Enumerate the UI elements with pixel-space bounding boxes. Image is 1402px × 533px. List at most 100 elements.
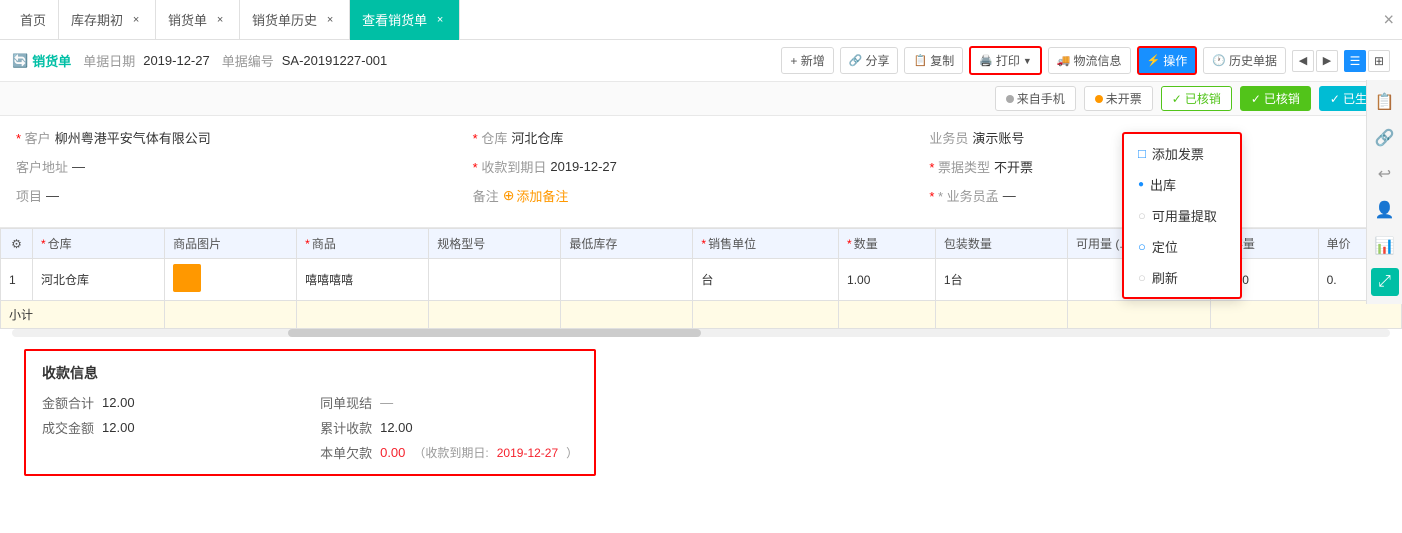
plus-icon: ⊕: [503, 187, 515, 204]
subtotal-current: [1210, 301, 1318, 329]
operation-button[interactable]: ⚡ 操作: [1137, 46, 1198, 75]
address-field: 客户地址 —: [16, 157, 473, 176]
cell-warehouse: 河北仓库: [33, 259, 165, 301]
tab-close-view[interactable]: ×: [433, 13, 447, 27]
sidebar-return-icon[interactable]: ↩: [1371, 160, 1399, 188]
col-spec: 规格型号: [429, 229, 561, 259]
doc-number-field: 单据编号 SA-20191227-001: [222, 51, 388, 70]
project-field: 项目 —: [16, 186, 473, 205]
summary-single-settle: 同单现结 —: [320, 393, 578, 412]
product-image: [173, 264, 201, 292]
dropdown-available-extract[interactable]: ○ 可用量提取: [1124, 200, 1240, 231]
sidebar-expand-icon[interactable]: ⤢: [1371, 268, 1399, 296]
dropdown-add-invoice[interactable]: □ 添加发票: [1124, 138, 1240, 169]
sub-toolbar: 来自手机 未开票 ✓ 已核销 ✓ 已核销 ✓ 已生效: [0, 82, 1402, 116]
grid-view-button[interactable]: ⊞: [1368, 50, 1390, 72]
tab-close-history[interactable]: ×: [323, 13, 337, 27]
col-product: *商品: [297, 229, 429, 259]
cell-row-num: 1: [1, 259, 33, 301]
sold-button[interactable]: ✓ 已核销: [1240, 86, 1311, 111]
phone-dot-icon: [1006, 95, 1014, 103]
subtotal-min-stock: [561, 301, 693, 329]
ticket-dot-icon: [1095, 95, 1103, 103]
col-pkg-qty: 包装数量: [935, 229, 1067, 259]
scrollbar-thumb[interactable]: [288, 329, 701, 337]
subtotal-price: [1318, 301, 1401, 329]
subtotal-row: 小计: [1, 301, 1402, 329]
sidebar-user-icon[interactable]: 👤: [1371, 196, 1399, 224]
summary-grid: 金额合计 12.00 同单现结 — 成交金额 12.00 累计收款 12.00: [42, 393, 578, 462]
doc-type: 🔄 销货单: [12, 51, 71, 70]
new-button[interactable]: + 新增: [781, 47, 833, 74]
invoice-icon: □: [1138, 146, 1146, 161]
dropdown-refresh[interactable]: ○ 刷新: [1124, 262, 1240, 293]
share-button[interactable]: 🔗 分享: [840, 47, 899, 74]
tab-view-sales[interactable]: 查看销货单 ×: [350, 0, 460, 40]
from-phone-button[interactable]: 来自手机: [995, 86, 1076, 111]
operation-dropdown: □ 添加发票 ● 出库 ○ 可用量提取 ○ 定位 ○ 刷新: [1122, 132, 1242, 299]
cell-qty: 1.00: [839, 259, 936, 301]
copy-button[interactable]: 📋 复制: [904, 47, 963, 74]
doc-date-field: 单据日期 2019-12-27: [83, 51, 210, 70]
summary-total-receipt: 累计收款 12.00: [320, 418, 578, 437]
summary-owed: [42, 443, 300, 462]
nav-arrows: ◀ ▶: [1292, 50, 1338, 72]
tab-inventory-init[interactable]: 库存期初 ×: [59, 0, 156, 40]
subtotal-pkg-qty: [935, 301, 1067, 329]
summary-total-amount: 金额合计 12.00: [42, 393, 300, 412]
cell-spec: [429, 259, 561, 301]
payment-field: 收款到期日 2019-12-27: [473, 157, 930, 176]
logistics-button[interactable]: 🚚 物流信息: [1048, 47, 1131, 74]
print-button[interactable]: 🖨️ 打印 ▼: [969, 46, 1042, 75]
tab-close-inventory[interactable]: ×: [129, 13, 143, 27]
subtotal-img: [165, 301, 297, 329]
sidebar-doc-icon[interactable]: 📋: [1371, 88, 1399, 116]
cell-unit: 台: [693, 259, 839, 301]
add-note-button[interactable]: ⊕ 添加备注: [503, 186, 569, 205]
cell-pkg-qty: 1台: [935, 259, 1067, 301]
dropdown-out-stock[interactable]: ● 出库: [1124, 169, 1240, 200]
cell-img: [165, 259, 297, 301]
tab-bar: 首页 库存期初 × 销货单 × 销货单历史 × 查看销货单 × ×: [0, 0, 1402, 40]
out-stock-icon: ●: [1138, 179, 1144, 190]
col-warehouse: *仓库: [33, 229, 165, 259]
col-min-stock: 最低库存: [561, 229, 693, 259]
col-unit: *销售单位: [693, 229, 839, 259]
warehouse-field: 仓库 河北仓库: [473, 128, 930, 147]
summary-deal-amount: 成交金额 12.00: [42, 418, 300, 437]
sidebar-chart-icon[interactable]: 📊: [1371, 232, 1399, 260]
subtotal-spec: [429, 301, 561, 329]
summary-section: 收款信息 金额合计 12.00 同单现结 — 成交金额 12.00: [0, 337, 1402, 488]
tab-home[interactable]: 首页: [8, 0, 59, 40]
summary-title: 收款信息: [42, 363, 578, 383]
list-view-button[interactable]: ☰: [1344, 50, 1366, 72]
locate-icon: ○: [1138, 239, 1146, 254]
tab-sales-order[interactable]: 销货单 ×: [156, 0, 240, 40]
col-qty: *数量: [839, 229, 936, 259]
window-close-button[interactable]: ×: [1383, 9, 1394, 30]
summary-box: 收款信息 金额合计 12.00 同单现结 — 成交金额 12.00: [24, 349, 596, 476]
prev-button[interactable]: ◀: [1292, 50, 1314, 72]
tab-close-sales[interactable]: ×: [213, 13, 227, 27]
subtotal-unit: [693, 301, 839, 329]
subtotal-label: 小计: [1, 301, 165, 329]
summary-owed-amount: 本单欠款 0.00 （收款到期日: 2019-12-27 ）: [320, 443, 578, 462]
extract-icon: ○: [1138, 208, 1146, 223]
history-button[interactable]: 🕐 历史单据: [1203, 47, 1286, 74]
view-toggle: ☰ ⊞: [1344, 50, 1390, 72]
note-field: 备注 ⊕ 添加备注: [473, 186, 930, 205]
cell-product: 嘻嘻嘻嘻: [297, 259, 429, 301]
subtotal-qty: [839, 301, 936, 329]
sidebar-link-icon[interactable]: 🔗: [1371, 124, 1399, 152]
right-sidebar: 📋 🔗 ↩ 👤 📊 ⤢: [1366, 80, 1402, 304]
tab-sales-history[interactable]: 销货单历史 ×: [240, 0, 350, 40]
horizontal-scrollbar[interactable]: [12, 329, 1390, 337]
dropdown-locate[interactable]: ○ 定位: [1124, 231, 1240, 262]
next-button[interactable]: ▶: [1316, 50, 1338, 72]
customer-field: 客户 柳州粤港平安气体有限公司: [16, 128, 473, 147]
check-button[interactable]: ✓ 已核销: [1161, 86, 1232, 111]
col-img: 商品图片: [165, 229, 297, 259]
cell-min-stock: [561, 259, 693, 301]
not-open-button[interactable]: 未开票: [1084, 86, 1153, 111]
refresh-icon: ○: [1138, 270, 1146, 285]
